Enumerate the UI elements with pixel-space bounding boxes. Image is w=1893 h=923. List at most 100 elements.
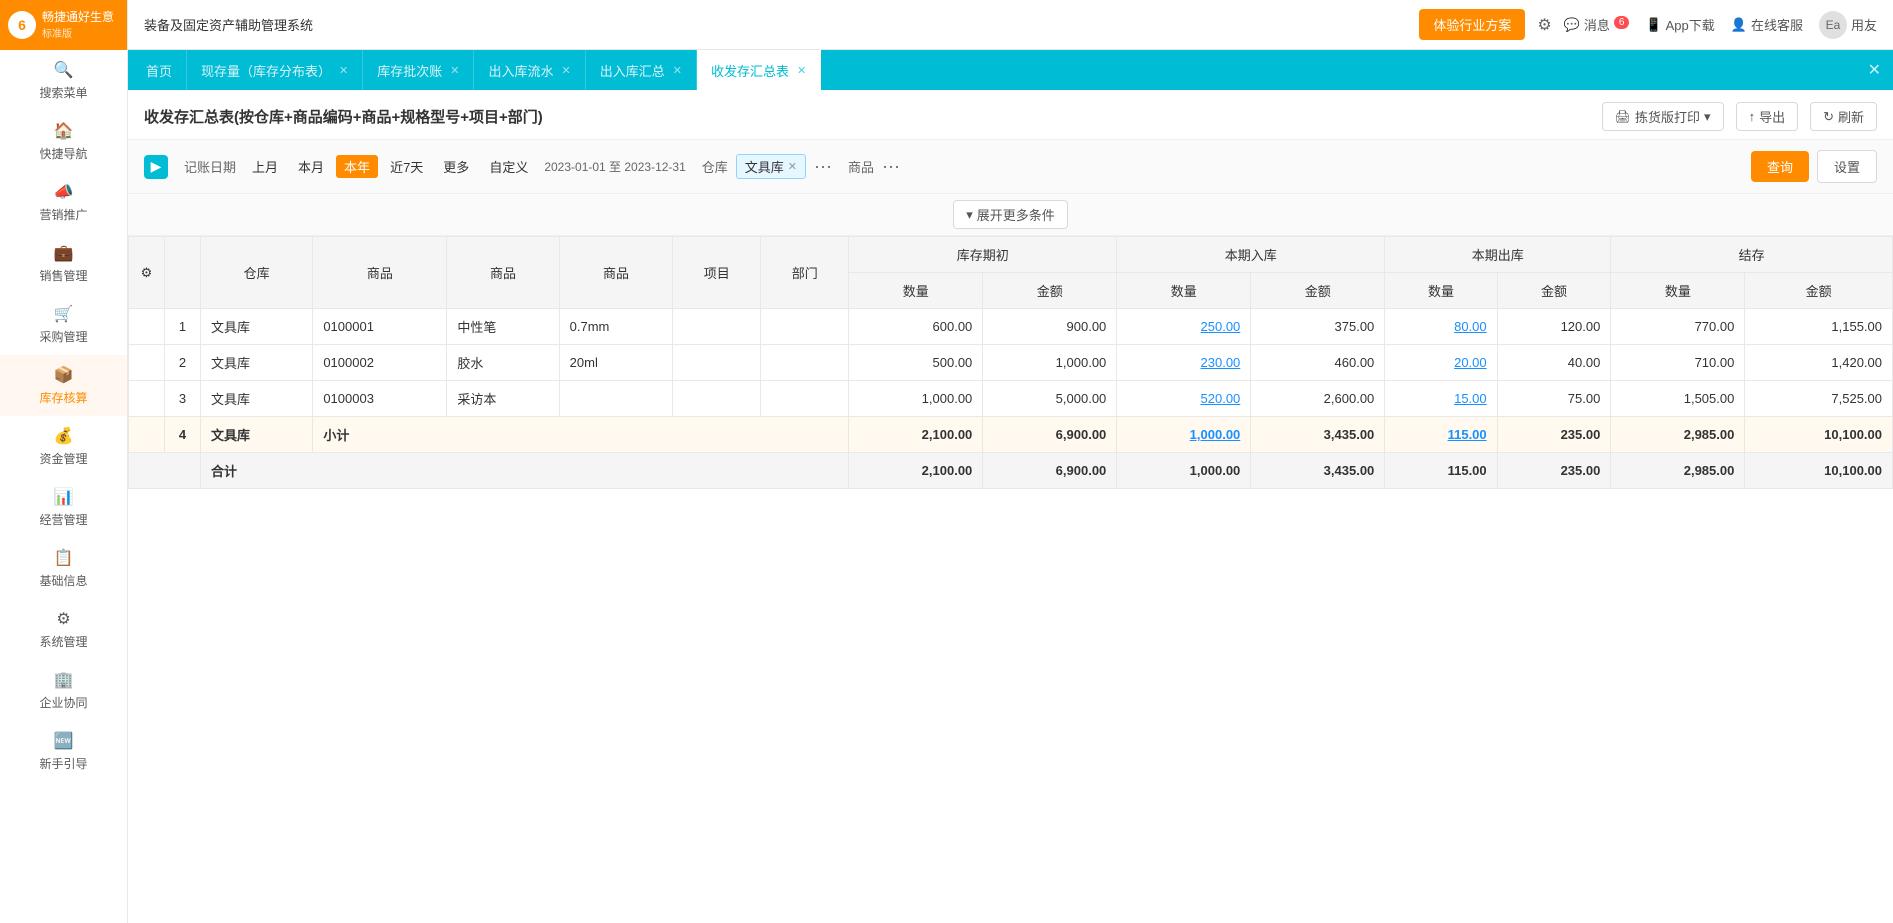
tab-batch[interactable]: 库存批次账 ✕ [363,50,474,90]
date-option-more[interactable]: 更多 [435,155,477,178]
sidebar-item-sales[interactable]: 💼 销售管理 [0,233,127,294]
sidebar-item-quicknav[interactable]: 🏠 快捷导航 [0,111,127,172]
sidebar-item-corp[interactable]: 🏢 企业协同 [0,660,127,721]
sidebar-item-finance[interactable]: 💰 资金管理 [0,416,127,477]
refresh-button[interactable]: ↻ 刷新 [1810,102,1877,131]
tab-recv-send[interactable]: 收发存汇总表 ✕ [697,50,821,90]
tab-inout-flow-label: 出入库流水 [488,61,553,80]
tab-home-label: 首页 [146,61,172,80]
sidebar-item-label: 快捷导航 [39,145,87,162]
logo: 6 畅捷通好生意 标准版 [0,0,127,50]
warehouse-more[interactable]: ··· [814,156,832,177]
expand-conditions-button[interactable]: ▾ 展开更多条件 [953,200,1068,229]
sidebar-item-base[interactable]: 📋 基础信息 [0,538,127,599]
row-in-qty[interactable]: 520.00 [1117,381,1251,417]
subtotal-in-qty[interactable]: 1,000.00 [1117,417,1251,453]
row-in-amt: 2,600.00 [1251,381,1385,417]
row-opening-amt: 1,000.00 [983,345,1117,381]
row-closing-amt: 1,420.00 [1745,345,1893,381]
export-button[interactable]: ↑ 导出 [1736,102,1799,131]
sidebar-item-search[interactable]: 🔍 搜索菜单 [0,50,127,111]
date-option-last-month[interactable]: 上月 [244,155,286,178]
th-project: 项目 [673,237,761,309]
sidebar-item-marketing[interactable]: 📣 营销推广 [0,172,127,233]
query-button[interactable]: 查询 [1751,151,1809,182]
subtotal-out-qty[interactable]: 115.00 [1385,417,1497,453]
total-in-qty: 1,000.00 [1117,453,1251,489]
tab-home[interactable]: 首页 [132,50,187,90]
chevron-down-icon: ▾ [1704,109,1711,125]
row-goods-code: 0100001 [313,309,447,345]
th-gear: ⚙ [129,237,165,309]
total-opening-amt: 6,900.00 [983,453,1117,489]
settings-icon[interactable]: ⚙ [1537,15,1551,35]
row-out-qty[interactable]: 80.00 [1385,309,1497,345]
date-option-custom[interactable]: 自定义 [481,155,536,178]
search-icon: 🔍 [54,60,74,80]
row-out-qty[interactable]: 15.00 [1385,381,1497,417]
row-in-qty[interactable]: 250.00 [1117,309,1251,345]
warehouse-tag-remove[interactable]: ✕ [788,160,797,173]
total-out-amt: 235.00 [1497,453,1611,489]
row-in-qty[interactable]: 230.00 [1117,345,1251,381]
filter-toggle-button[interactable]: ▶ [144,155,168,179]
sidebar-item-guide[interactable]: 🆕 新手引导 [0,721,127,782]
experience-button[interactable]: 体验行业方案 [1419,9,1525,40]
row-goods-spec: 0.7mm [559,309,673,345]
tab-inout-flow[interactable]: 出入库流水 ✕ [474,50,585,90]
row-out-amt: 75.00 [1497,381,1611,417]
app-download-action[interactable]: 📱 App下载 [1645,15,1714,34]
print-button[interactable]: 🖨 拣货版打印 ▾ [1602,102,1724,131]
filter-settings-button[interactable]: 设置 [1817,150,1877,183]
column-settings-icon[interactable]: ⚙ [141,265,153,280]
tab-inout-summary-close[interactable]: ✕ [673,64,682,77]
close-all-tabs[interactable]: ✕ [1868,60,1881,80]
tab-stock-dist[interactable]: 现存量（库存分布表） ✕ [187,50,363,90]
refresh-icon: ↻ [1823,109,1834,125]
date-option-7days[interactable]: 近7天 [382,155,431,178]
print-icon: 🖨 [1615,109,1632,125]
subtotal-no: 4 [165,417,201,453]
data-table: ⚙ 仓库 商品 商品 商品 [128,236,1893,489]
date-option-this-month[interactable]: 本月 [290,155,332,178]
sidebar-item-system[interactable]: ⚙ 系统管理 [0,599,127,660]
th-goods-name: 商品 [447,237,559,309]
system-icon: ⚙ [56,609,70,629]
date-option-this-year[interactable]: 本年 [336,155,378,178]
page-header: 收发存汇总表(按仓库+商品编码+商品+规格型号+项目+部门) 🖨 拣货版打印 ▾… [128,90,1893,140]
row-goods-code: 0100002 [313,345,447,381]
tab-batch-label: 库存批次账 [377,61,442,80]
sidebar-item-operations[interactable]: 📊 经营管理 [0,477,127,538]
tab-inout-summary[interactable]: 出入库汇总 ✕ [586,50,697,90]
row-dept [761,309,849,345]
message-action[interactable]: 💬 消息 6 [1564,15,1630,34]
sidebar-item-label: 新手引导 [39,755,87,772]
tab-stock-dist-close[interactable]: ✕ [339,64,348,77]
row-no: 1 [165,309,201,345]
subtotal-gear [129,417,165,453]
tab-inout-flow-close[interactable]: ✕ [562,64,571,77]
th-in-qty: 数量 [1117,273,1251,309]
sidebar-item-purchase[interactable]: 🛒 采购管理 [0,294,127,355]
sidebar-item-inventory[interactable]: 📦 库存核算 [0,355,127,416]
total-label-cell [129,453,201,489]
tab-batch-close[interactable]: ✕ [450,64,459,77]
row-opening-qty: 1,000.00 [849,381,983,417]
online-service-action[interactable]: 👤 在线客服 [1731,15,1803,34]
user-action[interactable]: Ea 用友 [1819,11,1877,39]
row-closing-qty: 710.00 [1611,345,1745,381]
subtotal-warehouse: 文具库 [201,417,313,453]
row-in-amt: 460.00 [1251,345,1385,381]
table-container: ⚙ 仓库 商品 商品 商品 [128,236,1893,489]
table-row: 3 文具库 0100003 采访本 1,000.00 5,000.00 520.… [129,381,1893,417]
message-icon: 💬 [1564,17,1580,33]
row-gear-cell [129,345,165,381]
row-out-qty[interactable]: 20.00 [1385,345,1497,381]
row-closing-qty: 1,505.00 [1611,381,1745,417]
tab-recv-send-close[interactable]: ✕ [797,64,806,77]
finance-icon: 💰 [54,426,74,446]
th-closing-amt: 金额 [1745,273,1893,309]
row-dept [761,345,849,381]
goods-more[interactable]: ··· [882,156,900,177]
sidebar-item-label: 经营管理 [39,511,87,528]
